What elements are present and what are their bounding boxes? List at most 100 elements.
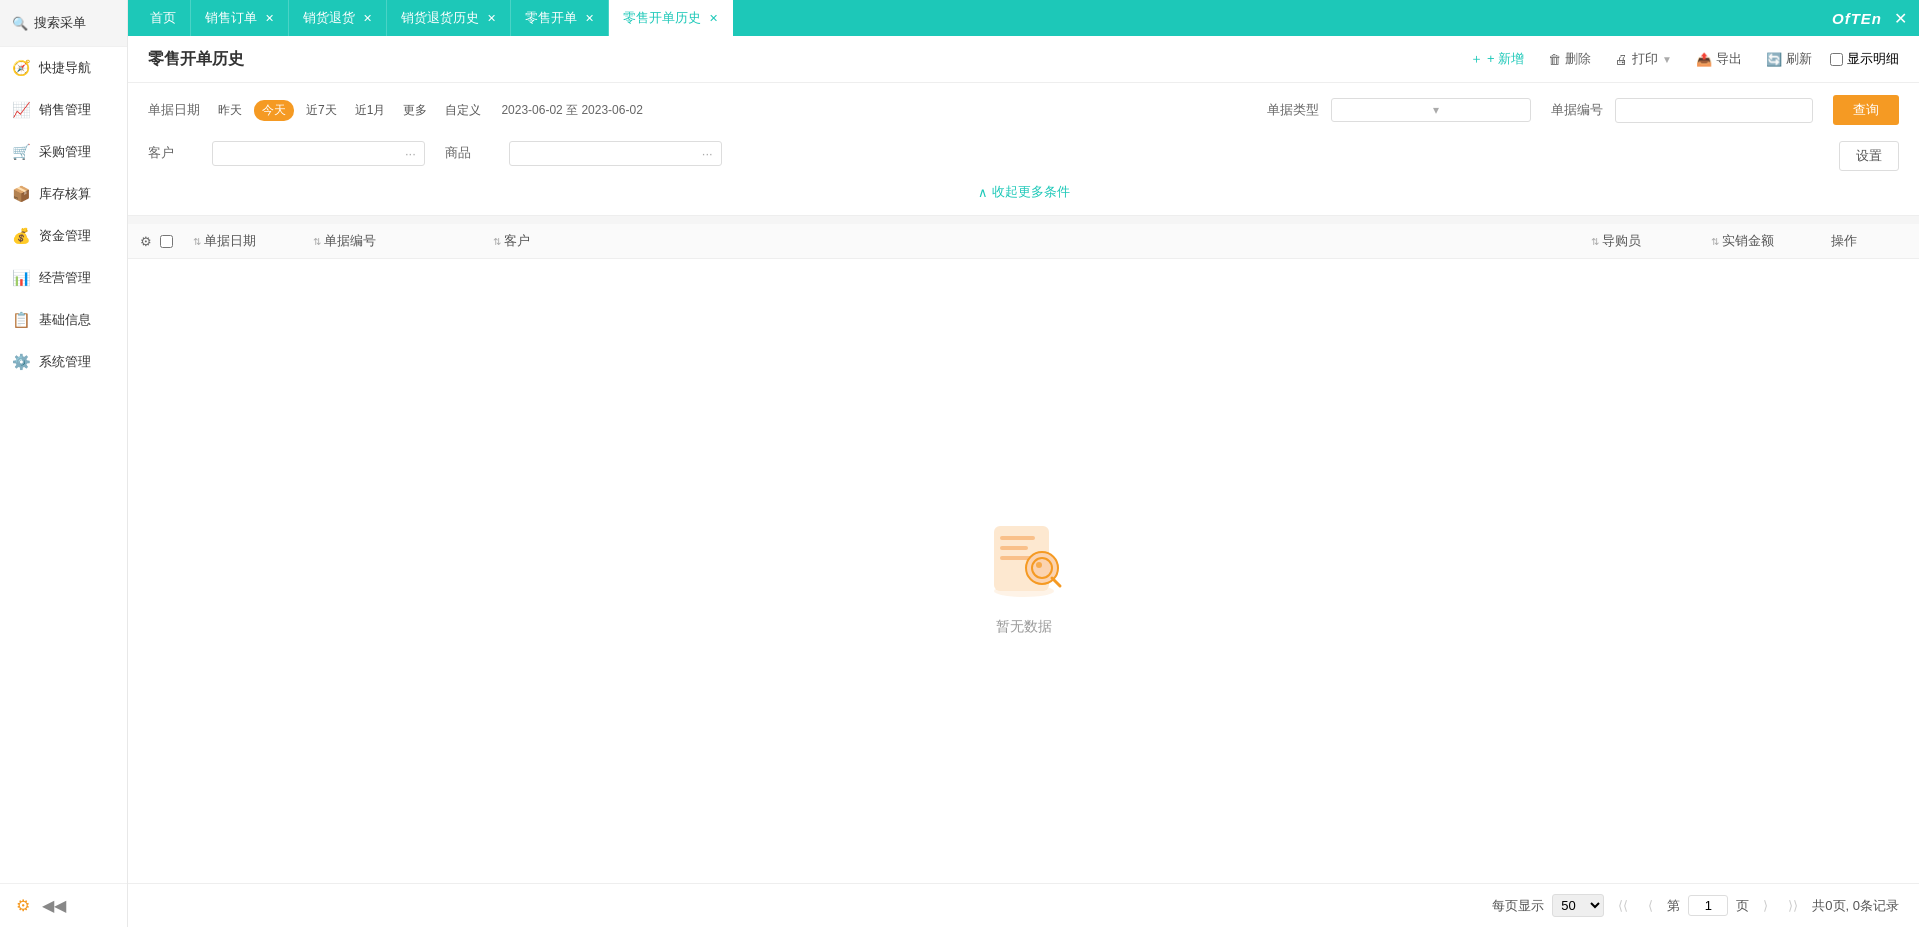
sidebar-item-sales-mgmt[interactable]: 📈 销售管理 (0, 89, 127, 131)
tab-retail-open-history-close[interactable]: ✕ (709, 12, 718, 25)
query-area: 查询 (1833, 95, 1899, 125)
date-btn-today[interactable]: 今天 (254, 100, 294, 121)
date-btn-last1month[interactable]: 近1月 (349, 100, 392, 121)
display-detail-checkbox[interactable] (1830, 53, 1843, 66)
filter-row-2: 客户 ··· 商品 ··· 设置 (148, 135, 1899, 171)
svg-line-7 (1052, 578, 1060, 586)
col-action-label: 操作 (1831, 232, 1857, 250)
tab-sales-return-history-close[interactable]: ✕ (487, 12, 496, 25)
sidebar-item-basic-info[interactable]: 📋 基础信息 (0, 299, 127, 341)
query-button[interactable]: 查询 (1833, 95, 1899, 125)
sort-icon: ⇅ (1711, 236, 1719, 247)
col-amount[interactable]: ⇅ 实销金额 (1707, 232, 1827, 250)
print-label: 打印 (1632, 50, 1658, 68)
sidebar-item-finance[interactable]: 💰 资金管理 (0, 215, 127, 257)
prev-page-btn[interactable]: ⟨ (1642, 896, 1659, 915)
date-btn-yesterday[interactable]: 昨天 (212, 100, 248, 121)
settings-button[interactable]: 设置 (1839, 141, 1899, 171)
sidebar-item-sys-mgmt[interactable]: ⚙️ 系统管理 (0, 341, 127, 383)
sidebar-search-label: 搜索采单 (34, 14, 86, 32)
sidebar-item-operations[interactable]: 📊 经营管理 (0, 257, 127, 299)
content-area: 零售开单历史 ＋ + 新增 🗑 删除 🖨 打印 ▼ 📤 导出 (128, 36, 1919, 927)
sales-icon: 📈 (12, 101, 31, 119)
customer-filter-label: 客户 (148, 144, 204, 162)
col-customer-label: 客户 (504, 232, 530, 250)
empty-state: 暂无数据 (128, 259, 1919, 883)
sidebar-item-label: 系统管理 (39, 353, 91, 371)
refresh-label: 刷新 (1786, 50, 1812, 68)
sn-input[interactable] (1624, 103, 1804, 118)
tab-home[interactable]: 首页 (136, 0, 191, 36)
col-customer[interactable]: ⇅ 客户 (489, 232, 1587, 250)
operations-icon: 📊 (12, 269, 31, 287)
col-date[interactable]: ⇅ 单据日期 (189, 232, 309, 250)
tab-retail-open[interactable]: 零售开单 ✕ (511, 0, 609, 36)
collapse-button[interactable]: ∧ 收起更多条件 (966, 181, 1082, 203)
sn-filter: 单据编号 (1551, 98, 1813, 123)
goods-browse-icon[interactable]: ··· (702, 146, 713, 161)
col-sn[interactable]: ⇅ 单据编号 (309, 232, 489, 250)
sort-icon: ⇅ (1591, 236, 1599, 247)
sn-input-wrap (1615, 98, 1813, 123)
purchase-icon: 🛒 (12, 143, 31, 161)
type-select[interactable]: ▾ (1331, 98, 1531, 122)
date-btn-custom[interactable]: 自定义 (439, 100, 487, 121)
chevron-down-icon: ▾ (1433, 103, 1522, 117)
sort-icon: ⇅ (193, 236, 201, 247)
sidebar-item-label: 库存核算 (39, 185, 91, 203)
select-all-checkbox[interactable] (160, 235, 173, 248)
print-icon: 🖨 (1615, 52, 1628, 67)
tab-retail-open-history[interactable]: 零售开单历史 ✕ (609, 0, 733, 36)
col-guide[interactable]: ⇅ 导购员 (1587, 232, 1707, 250)
goods-input-wrap: ··· (509, 141, 722, 166)
page-label: 第 (1667, 897, 1680, 915)
window-close-btn[interactable]: ✕ (1890, 9, 1911, 28)
delete-button[interactable]: 🗑 删除 (1542, 46, 1597, 72)
next-page-btn[interactable]: ⟩ (1757, 896, 1774, 915)
table-header: ⚙ ⇅ 单据日期 ⇅ 单据编号 ⇅ 客户 ⇅ 导购员 (128, 224, 1919, 259)
table-settings-icon[interactable]: ⚙ (140, 234, 152, 249)
tab-sales-order[interactable]: 销售订单 ✕ (191, 0, 289, 36)
search-icon: 🔍 (12, 16, 28, 31)
date-range-display: 2023-06-02 至 2023-06-02 (501, 102, 642, 119)
export-icon: 📤 (1696, 52, 1712, 67)
per-page-label: 每页显示 (1492, 897, 1544, 915)
tab-sales-return-history[interactable]: 销货退货历史 ✕ (387, 0, 511, 36)
filter-row-1: 单据日期 昨天 今天 近7天 近1月 更多 自定义 2023-06-02 至 2… (148, 95, 1899, 125)
svg-rect-4 (1000, 556, 1032, 560)
last-page-btn[interactable]: ⟩⟩ (1782, 896, 1804, 915)
type-filter: 单据类型 ▾ (1267, 98, 1531, 122)
sidebar-collapse-btn[interactable]: ◀◀ (42, 896, 66, 915)
type-filter-label: 单据类型 (1267, 101, 1323, 119)
refresh-button[interactable]: 🔄 刷新 (1760, 46, 1818, 72)
date-filter: 单据日期 昨天 今天 近7天 近1月 更多 自定义 2023-06-02 至 2… (148, 100, 643, 121)
per-page-select[interactable]: 50 100 200 (1552, 894, 1604, 917)
tab-sales-return[interactable]: 销货退货 ✕ (289, 0, 387, 36)
toolbar: ＋ + 新增 🗑 删除 🖨 打印 ▼ 📤 导出 🔄 (1464, 46, 1899, 72)
add-button[interactable]: ＋ + 新增 (1464, 46, 1530, 72)
print-button[interactable]: 🖨 打印 ▼ (1609, 46, 1678, 72)
first-page-btn[interactable]: ⟨⟨ (1612, 896, 1634, 915)
sidebar-item-purchase-mgmt[interactable]: 🛒 采购管理 (0, 131, 127, 173)
tab-retail-open-label: 零售开单 (525, 9, 577, 27)
finance-icon: 💰 (12, 227, 31, 245)
export-button[interactable]: 📤 导出 (1690, 46, 1748, 72)
sidebar-item-quick-nav[interactable]: 🧭 快捷导航 (0, 47, 127, 89)
tab-retail-open-close[interactable]: ✕ (585, 12, 594, 25)
tab-sales-order-label: 销售订单 (205, 9, 257, 27)
goods-input[interactable] (518, 146, 698, 161)
customer-browse-icon[interactable]: ··· (405, 146, 416, 161)
sidebar-settings-btn[interactable]: ⚙ (16, 896, 30, 915)
delete-icon: 🗑 (1548, 52, 1561, 67)
export-label: 导出 (1716, 50, 1742, 68)
page-input[interactable] (1688, 895, 1728, 916)
date-btn-more[interactable]: 更多 (397, 100, 433, 121)
tab-sales-order-close[interactable]: ✕ (265, 12, 274, 25)
print-chevron-icon: ▼ (1662, 54, 1672, 65)
customer-input[interactable] (221, 146, 401, 161)
sidebar-item-inventory[interactable]: 📦 库存核算 (0, 173, 127, 215)
sidebar-search[interactable]: 🔍 搜索采单 (0, 0, 127, 47)
tab-sales-return-close[interactable]: ✕ (363, 12, 372, 25)
top-nav: 首页 销售订单 ✕ 销货退货 ✕ 销货退货历史 ✕ 零售开单 ✕ 零售开单历史 … (128, 0, 1919, 36)
date-btn-last7[interactable]: 近7天 (300, 100, 343, 121)
